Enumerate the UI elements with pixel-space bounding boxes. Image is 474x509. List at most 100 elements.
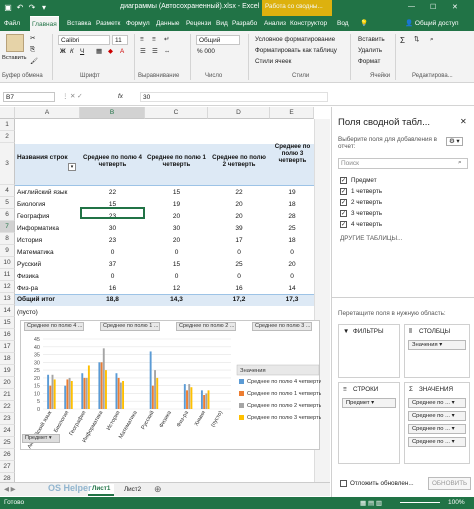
row-header[interactable]: 4 — [0, 185, 15, 197]
column-header-d[interactable]: D — [208, 107, 270, 119]
font-color-icon[interactable]: A — [120, 48, 124, 55]
qat-more-icon[interactable]: ▾ — [39, 2, 49, 13]
close-icon[interactable]: ✕ — [452, 3, 458, 11]
row-header[interactable]: 26 — [0, 449, 15, 461]
pivot-cell[interactable]: 0 — [80, 249, 145, 256]
tab-tell[interactable]: Вод — [337, 16, 349, 31]
tab-analyze[interactable]: Анализ — [264, 16, 286, 31]
view-icons[interactable]: ▦ ▤ ▥ — [360, 499, 382, 507]
select-all-corner[interactable] — [0, 107, 15, 119]
pivot-cell[interactable]: 0 — [270, 273, 314, 280]
tab-formulas[interactable]: Формул — [126, 16, 150, 31]
zoom-level[interactable]: 100% — [448, 499, 465, 506]
pivot-cell[interactable]: 19 — [270, 189, 314, 196]
value-field-pill[interactable]: Среднее по ... ▾ — [408, 424, 466, 434]
tab-design[interactable]: Конструктор — [290, 16, 327, 31]
row-header[interactable]: 23 — [0, 413, 15, 425]
cut-icon[interactable]: ✂ — [30, 35, 35, 42]
add-sheet-icon[interactable]: ⊕ — [154, 484, 162, 495]
row-field-pill[interactable]: Предмет ▾ — [342, 398, 396, 408]
find-icon[interactable]: ⌕ — [430, 36, 434, 44]
row-header[interactable]: 13 — [0, 293, 15, 305]
pivot-cell[interactable]: 37 — [80, 261, 145, 268]
sort-icon[interactable]: ⇅ — [414, 36, 419, 43]
value-field-pill[interactable]: Среднее по ... ▾ — [408, 398, 466, 408]
tab-review[interactable]: Рецензи — [186, 16, 211, 31]
conditional-format-button[interactable]: Условное форматирование — [255, 36, 335, 43]
pivot-cell[interactable]: 18 — [270, 201, 314, 208]
cell-styles-button[interactable]: Стили ячеек — [255, 58, 291, 65]
save-icon[interactable]: ▣ — [3, 2, 13, 13]
field-checkbox[interactable]: ✓ — [340, 177, 347, 184]
tab-view[interactable]: Вид — [216, 16, 228, 31]
value-field-pill[interactable]: Среднее по ... ▾ — [408, 411, 466, 421]
format-painter-icon[interactable]: 🖌 — [30, 57, 38, 65]
pivot-cell[interactable]: 0 — [145, 273, 208, 280]
name-box[interactable]: B7 — [3, 92, 55, 102]
row-header[interactable]: 24 — [0, 425, 15, 437]
insert-cells-button[interactable]: Вставить — [358, 36, 385, 43]
bold-button[interactable]: Ж — [60, 48, 66, 55]
sheet-nav-icon[interactable]: ◀ ▶ — [4, 486, 15, 493]
row-header[interactable]: 1 — [0, 119, 15, 131]
tab-insert[interactable]: Вставка — [67, 16, 91, 31]
row-header[interactable]: 25 — [0, 437, 15, 449]
gear-icon[interactable]: ⚙ ▾ — [446, 137, 463, 146]
tab-developer[interactable]: Разрабо — [232, 16, 257, 31]
row-header[interactable]: 6 — [0, 209, 15, 221]
pivot-cell[interactable]: 20 — [145, 237, 208, 244]
align-top-icon[interactable]: ≡ — [140, 36, 144, 43]
field-checkbox[interactable]: ✓ — [340, 221, 347, 228]
filters-area[interactable]: ▼ ФИЛЬТРЫ — [338, 324, 400, 378]
pivot-cell[interactable]: 15 — [145, 189, 208, 196]
row-header[interactable]: 14 — [0, 305, 15, 317]
row-header[interactable]: 15 — [0, 317, 15, 329]
defer-update-checkbox[interactable] — [340, 480, 347, 487]
row-header[interactable]: 16 — [0, 329, 15, 341]
rows-area[interactable]: ≡ СТРОКИ Предмет ▾ — [338, 382, 400, 464]
fill-color-icon[interactable]: ◆ — [108, 48, 113, 55]
currency-icon[interactable]: % 000 — [197, 48, 215, 55]
row-header[interactable]: 19 — [0, 365, 15, 377]
pivot-cell[interactable]: 22 — [208, 189, 270, 196]
row-header[interactable]: 18 — [0, 353, 15, 365]
value-field-pill[interactable]: Среднее по ... ▾ — [408, 437, 466, 447]
tab-layout[interactable]: Разметк — [96, 16, 120, 31]
pivot-cell[interactable]: 16 — [80, 285, 145, 292]
tab-file[interactable]: Файл — [4, 16, 20, 31]
pivot-cell[interactable]: 0 — [80, 273, 145, 280]
pivot-cell[interactable]: 25 — [270, 225, 314, 232]
row-header[interactable]: 11 — [0, 269, 15, 281]
format-cells-button[interactable]: Формат — [358, 58, 380, 65]
pivot-cell[interactable]: 0 — [270, 249, 314, 256]
pane-close-icon[interactable]: ✕ — [460, 117, 467, 126]
pivot-cell[interactable]: 18 — [270, 237, 314, 244]
sum-icon[interactable]: Σ — [400, 36, 405, 45]
share-button[interactable]: 👤 Общий доступ — [405, 16, 459, 31]
row-header[interactable]: 2 — [0, 131, 15, 143]
pivot-cell[interactable]: 30 — [145, 225, 208, 232]
row-header[interactable]: 7 — [0, 221, 15, 233]
selected-cell[interactable] — [80, 207, 145, 219]
row-header[interactable]: 9 — [0, 245, 15, 257]
font-size-select[interactable]: 11 — [112, 35, 128, 45]
row-header[interactable]: 5 — [0, 197, 15, 209]
row-header[interactable]: 3 — [0, 143, 15, 185]
field-search-input[interactable]: Поиск — [338, 158, 468, 169]
chart-field-button[interactable]: Среднее по полю 4 ... — [24, 322, 84, 331]
chart-field-button[interactable]: Среднее по полю 2 ... — [176, 322, 236, 331]
pivot-cell[interactable]: 14 — [270, 285, 314, 292]
column-header-c[interactable]: C — [145, 107, 208, 119]
pivot-cell[interactable]: 0 — [208, 273, 270, 280]
pivot-cell[interactable]: 39 — [208, 225, 270, 232]
column-header-a[interactable]: A — [15, 107, 80, 119]
pivot-cell[interactable]: 30 — [80, 225, 145, 232]
pivot-cell[interactable]: 15 — [145, 261, 208, 268]
tab-home[interactable]: Главная — [30, 16, 59, 31]
wrap-text-icon[interactable]: ↵ — [164, 36, 169, 43]
field-checkbox[interactable]: ✓ — [340, 188, 347, 195]
redo-icon[interactable]: ↷ — [27, 2, 37, 13]
columns-area[interactable]: ⦀ СТОЛБЦЫ Значения ▾ — [404, 324, 470, 378]
row-filter-dropdown[interactable]: ▾ — [68, 163, 76, 171]
pivot-cell[interactable]: 0 — [145, 249, 208, 256]
